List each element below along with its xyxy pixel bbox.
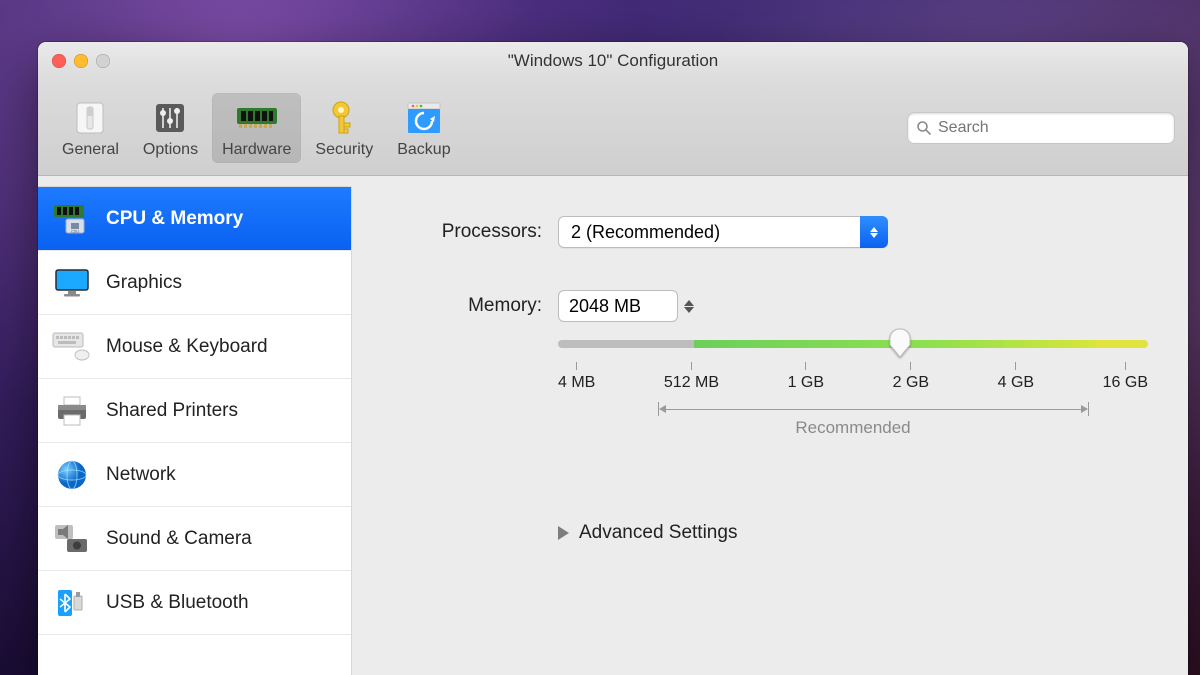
sidebar-item-shared-printers[interactable]: Shared Printers bbox=[38, 379, 351, 443]
keyboard-mouse-icon bbox=[52, 329, 92, 365]
tick-label: 16 GB bbox=[1103, 362, 1148, 392]
tab-security[interactable]: Security bbox=[305, 93, 383, 163]
tab-label: Security bbox=[315, 141, 373, 159]
sidebar-item-label: Graphics bbox=[106, 272, 182, 294]
globe-icon bbox=[52, 457, 92, 493]
config-window: "Windows 10" Configuration General Optio… bbox=[38, 42, 1188, 675]
processors-label: Processors: bbox=[382, 221, 542, 243]
tick-label: 4 GB bbox=[998, 362, 1034, 392]
monitor-icon bbox=[52, 265, 92, 301]
slider-track[interactable] bbox=[558, 340, 1148, 348]
sidebar-item-network[interactable]: Network bbox=[38, 443, 351, 507]
tab-options[interactable]: Options bbox=[133, 93, 208, 163]
tick-label: 1 GB bbox=[788, 362, 824, 392]
processors-dropdown[interactable]: 2 (Recommended) bbox=[558, 216, 888, 248]
key-icon bbox=[323, 99, 365, 137]
settings-content: Processors: 2 (Recommended) Memory: bbox=[352, 176, 1188, 675]
cpu-memory-icon: cpu bbox=[52, 201, 92, 237]
tick-label: 2 GB bbox=[893, 362, 929, 392]
sidebar-item-label: Sound & Camera bbox=[106, 528, 252, 550]
sidebar-item-sound-camera[interactable]: Sound & Camera bbox=[38, 507, 351, 571]
window-title: "Windows 10" Configuration bbox=[38, 51, 1188, 71]
sidebar-item-label: CPU & Memory bbox=[106, 208, 243, 230]
stepper-arrows-icon[interactable] bbox=[684, 290, 694, 322]
tab-hardware[interactable]: Hardware bbox=[212, 93, 301, 163]
sidebar-item-cpu-memory[interactable]: cpu CPU & Memory bbox=[38, 187, 351, 251]
time-machine-icon bbox=[403, 99, 445, 137]
ram-icon bbox=[236, 99, 278, 137]
printer-icon bbox=[52, 393, 92, 429]
tab-backup[interactable]: Backup bbox=[387, 93, 460, 163]
tab-label: General bbox=[62, 141, 119, 159]
recommended-range-indicator bbox=[658, 402, 1089, 416]
hardware-sidebar: cpu CPU & Memory Graphics Mouse & Keyboa… bbox=[38, 186, 352, 675]
toolbar: General Options Hardware Security Backup bbox=[38, 80, 1188, 176]
titlebar[interactable]: "Windows 10" Configuration bbox=[38, 42, 1188, 80]
sidebar-item-label: Mouse & Keyboard bbox=[106, 336, 268, 358]
recommended-label: Recommended bbox=[558, 418, 1148, 438]
sidebar-item-usb-bluetooth[interactable]: USB & Bluetooth bbox=[38, 571, 351, 635]
sidebar-item-graphics[interactable]: Graphics bbox=[38, 251, 351, 315]
tab-label: Backup bbox=[397, 141, 450, 159]
chevron-updown-icon bbox=[860, 216, 888, 248]
search-icon bbox=[916, 120, 932, 136]
svg-text:cpu: cpu bbox=[71, 229, 79, 235]
disclosure-triangle-icon bbox=[558, 526, 569, 540]
tab-label: Options bbox=[143, 141, 198, 159]
sidebar-item-label: Shared Printers bbox=[106, 400, 238, 422]
search-input[interactable] bbox=[908, 113, 1174, 143]
tab-label: Hardware bbox=[222, 141, 291, 159]
processors-select[interactable]: 2 (Recommended) bbox=[558, 216, 888, 248]
memory-stepper[interactable] bbox=[558, 290, 694, 322]
sound-camera-icon bbox=[52, 521, 92, 557]
memory-label: Memory: bbox=[382, 295, 542, 317]
slider-ticks: 4 MB 512 MB 1 GB 2 GB 4 GB 16 GB bbox=[558, 362, 1148, 392]
sidebar-item-label: Network bbox=[106, 464, 176, 486]
sliders-icon bbox=[149, 99, 191, 137]
usb-bluetooth-icon bbox=[52, 585, 92, 621]
switch-icon bbox=[69, 99, 111, 137]
tab-general[interactable]: General bbox=[52, 93, 129, 163]
advanced-settings-toggle[interactable]: Advanced Settings bbox=[558, 522, 1148, 544]
sidebar-item-label: USB & Bluetooth bbox=[106, 592, 249, 614]
memory-field[interactable] bbox=[558, 290, 678, 322]
search-field[interactable] bbox=[938, 119, 1166, 137]
sidebar-item-mouse-keyboard[interactable]: Mouse & Keyboard bbox=[38, 315, 351, 379]
tick-label: 512 MB bbox=[664, 362, 719, 392]
tick-label: 4 MB bbox=[558, 362, 595, 392]
advanced-label: Advanced Settings bbox=[579, 522, 737, 544]
memory-slider[interactable]: 4 MB 512 MB 1 GB 2 GB 4 GB 16 GB Recomme… bbox=[558, 340, 1148, 392]
